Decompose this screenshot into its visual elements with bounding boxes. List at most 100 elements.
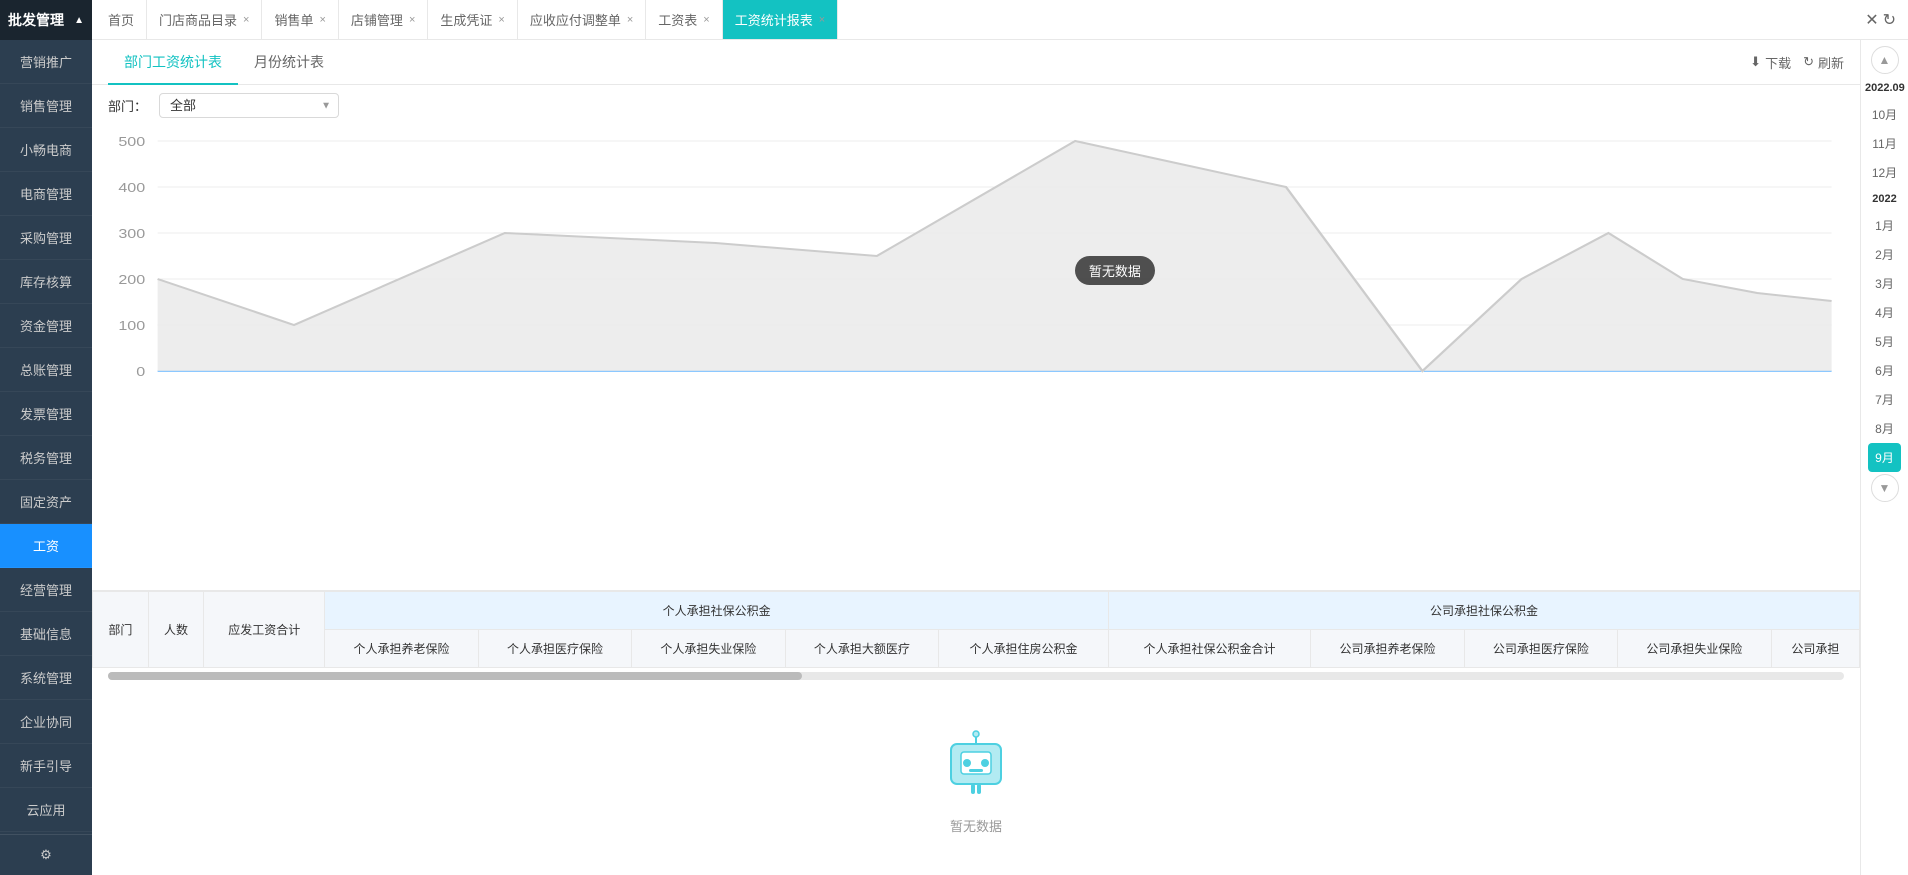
sidebar-item-营销推广[interactable]: 营销推广 [0,40,92,84]
th-personal-group: 个人承担社保公积金 [325,592,1109,630]
tab-bar: 首页门店商品目录×销售单×店铺管理×生成凭证×应收应付调整单×工资表×工资统计报… [92,0,1908,40]
dept-select[interactable]: 全部销售部财务部采购部仓储部 [159,93,339,118]
timeline-down-nav[interactable]: ▼ [1871,474,1899,502]
sidebar-item-系统管理[interactable]: 系统管理 [0,656,92,700]
th-个人承担住房公积金: 个人承担住房公积金 [939,630,1109,668]
th-salary: 应发工资合计 [204,592,325,668]
toolbar: ⬇ 下载 ↻ 刷新 [1750,53,1844,72]
timeline-item-2022[interactable]: 2022 [1868,187,1901,211]
sidebar-item-销售管理[interactable]: 销售管理 [0,84,92,128]
timeline-item-7月[interactable]: 7月 [1868,385,1901,414]
sidebar-item-固定资产[interactable]: 固定资产 [0,480,92,524]
timeline-item-11月[interactable]: 11月 [1868,129,1901,158]
sidebar-item-小畅电商[interactable]: 小畅电商 [0,128,92,172]
tab-工资表[interactable]: 工资表 × [646,0,722,39]
th-个人承担养老保险: 个人承担养老保险 [325,630,478,668]
tab-close-icon[interactable]: × [819,14,825,26]
th-company-group: 公司承担社保公积金 [1108,592,1859,630]
timeline-year-label[interactable]: 2022.09 [1861,76,1908,100]
sidebar-header[interactable]: 批发管理 ▲ [0,0,92,40]
timeline-item-1月[interactable]: 1月 [1868,211,1901,240]
tab-label: 应收应付调整单 [530,10,621,29]
svg-text:400: 400 [118,181,145,195]
sidebar-item-工资[interactable]: 工资 [0,524,92,568]
sidebar-item-资金管理[interactable]: 资金管理 [0,304,92,348]
tab-close-icon[interactable]: × [409,14,415,26]
sub-tab-月份统计表[interactable]: 月份统计表 [238,41,340,85]
timeline-item-9月[interactable]: 9月 [1868,443,1901,472]
refresh-icon: ↻ [1803,54,1814,70]
sidebar-item-采购管理[interactable]: 采购管理 [0,216,92,260]
horizontal-scrollbar[interactable] [108,672,1844,680]
tab-label: 店铺管理 [351,10,403,29]
sidebar-item-云应用[interactable]: 云应用 [0,788,92,832]
table-area: 部门 人数 应发工资合计 个人承担社保公积金 公司承担社保公积金 个人承担养老保… [92,590,1860,875]
horizontal-scrollbar-thumb [108,672,802,680]
sidebar-arrow-icon: ▲ [74,15,84,26]
tab-应收应付调整单[interactable]: 应收应付调整单 × [518,0,646,39]
refresh-button[interactable]: ↻ 刷新 [1803,53,1844,72]
tab-close-icon[interactable]: × [498,14,504,26]
tab-生成凭证[interactable]: 生成凭证 × [428,0,517,39]
tab-label: 生成凭证 [440,10,492,29]
th-个人承担医疗保险: 个人承担医疗保险 [478,630,631,668]
tab-工资统计报表[interactable]: 工资统计报表 × [723,0,838,39]
tab-label: 工资表 [658,10,697,29]
table-scroll[interactable]: 部门 人数 应发工资合计 个人承担社保公积金 公司承担社保公积金 个人承担养老保… [92,591,1860,668]
sidebar-item-库存核算[interactable]: 库存核算 [0,260,92,304]
sidebar-item-基础信息[interactable]: 基础信息 [0,612,92,656]
tab-门店商品目录[interactable]: 门店商品目录 × [147,0,262,39]
tab-label: 首页 [108,10,134,29]
th-个人承担失业保险: 个人承担失业保险 [632,630,785,668]
page-content: 部门工资统计表月份统计表 ⬇ 下载 ↻ 刷新 部门： 全部销售部财务部采购部仓储… [92,40,1860,875]
refresh-icon[interactable]: ↻ [1883,10,1896,30]
sidebar-item-税务管理[interactable]: 税务管理 [0,436,92,480]
svg-text:200: 200 [118,273,145,287]
empty-state: 暂无数据 [92,684,1860,875]
tab-close-icon[interactable]: × [703,14,709,26]
empty-text: 暂无数据 [950,816,1002,835]
download-button[interactable]: ⬇ 下载 [1750,53,1791,72]
sidebar-item-企业协同[interactable]: 企业协同 [0,700,92,744]
timeline-item-6月[interactable]: 6月 [1868,356,1901,385]
sidebar: 批发管理 ▲ 营销推广销售管理小畅电商电商管理采购管理库存核算资金管理总账管理发… [0,0,92,875]
sidebar-item-发票管理[interactable]: 发票管理 [0,392,92,436]
chart-container: 500 400 300 200 100 0 [108,126,1844,406]
svg-text:100: 100 [118,319,145,333]
timeline-item-8月[interactable]: 8月 [1868,414,1901,443]
sidebar-item-新手引导[interactable]: 新手引导 [0,744,92,788]
timeline-up-nav[interactable]: ▲ [1871,46,1899,74]
timeline-item-3月[interactable]: 3月 [1868,269,1901,298]
sub-tabs: 部门工资统计表月份统计表 [108,40,340,84]
tab-close-icon[interactable]: × [243,14,249,26]
th-个人承担社保公积金合计: 个人承担社保公积金合计 [1108,630,1310,668]
tab-店铺管理[interactable]: 店铺管理 × [339,0,428,39]
tab-label: 工资统计报表 [735,10,813,29]
timeline-item-10月[interactable]: 10月 [1868,100,1901,129]
th-公司承担: 公司承担 [1771,630,1859,668]
filter-bar: 部门： 全部销售部财务部采购部仓储部 [92,85,1860,126]
sidebar-item-总账管理[interactable]: 总账管理 [0,348,92,392]
th-dept: 部门 [93,592,149,668]
tab-销售单[interactable]: 销售单× [262,0,338,39]
timeline-item-5月[interactable]: 5月 [1868,327,1901,356]
timeline-items: 10月11月12月20221月2月3月4月5月6月7月8月9月 [1868,100,1901,472]
timeline-item-2月[interactable]: 2月 [1868,240,1901,269]
tab-label: 门店商品目录 [159,10,237,29]
sidebar-item-电商管理[interactable]: 电商管理 [0,172,92,216]
tab-close-icon[interactable]: × [627,14,633,26]
refresh-label: 刷新 [1818,53,1844,72]
chart-tooltip: 暂无数据 [1075,256,1155,285]
tab-close-icon[interactable]: × [319,14,325,26]
filter-dept-label: 部门： [108,96,147,115]
tab-首页[interactable]: 首页 [96,0,147,39]
sidebar-item-经营管理[interactable]: 经营管理 [0,568,92,612]
timeline-item-4月[interactable]: 4月 [1868,298,1901,327]
empty-icon [936,724,1016,804]
close-all-icon[interactable]: ✕ [1865,10,1878,30]
sidebar-settings-button[interactable]: ⚙ [0,834,92,875]
sub-tab-部门工资统计表[interactable]: 部门工资统计表 [108,41,238,85]
th-count: 人数 [148,592,204,668]
gear-icon: ⚙ [40,847,52,862]
timeline-item-12月[interactable]: 12月 [1868,158,1901,187]
